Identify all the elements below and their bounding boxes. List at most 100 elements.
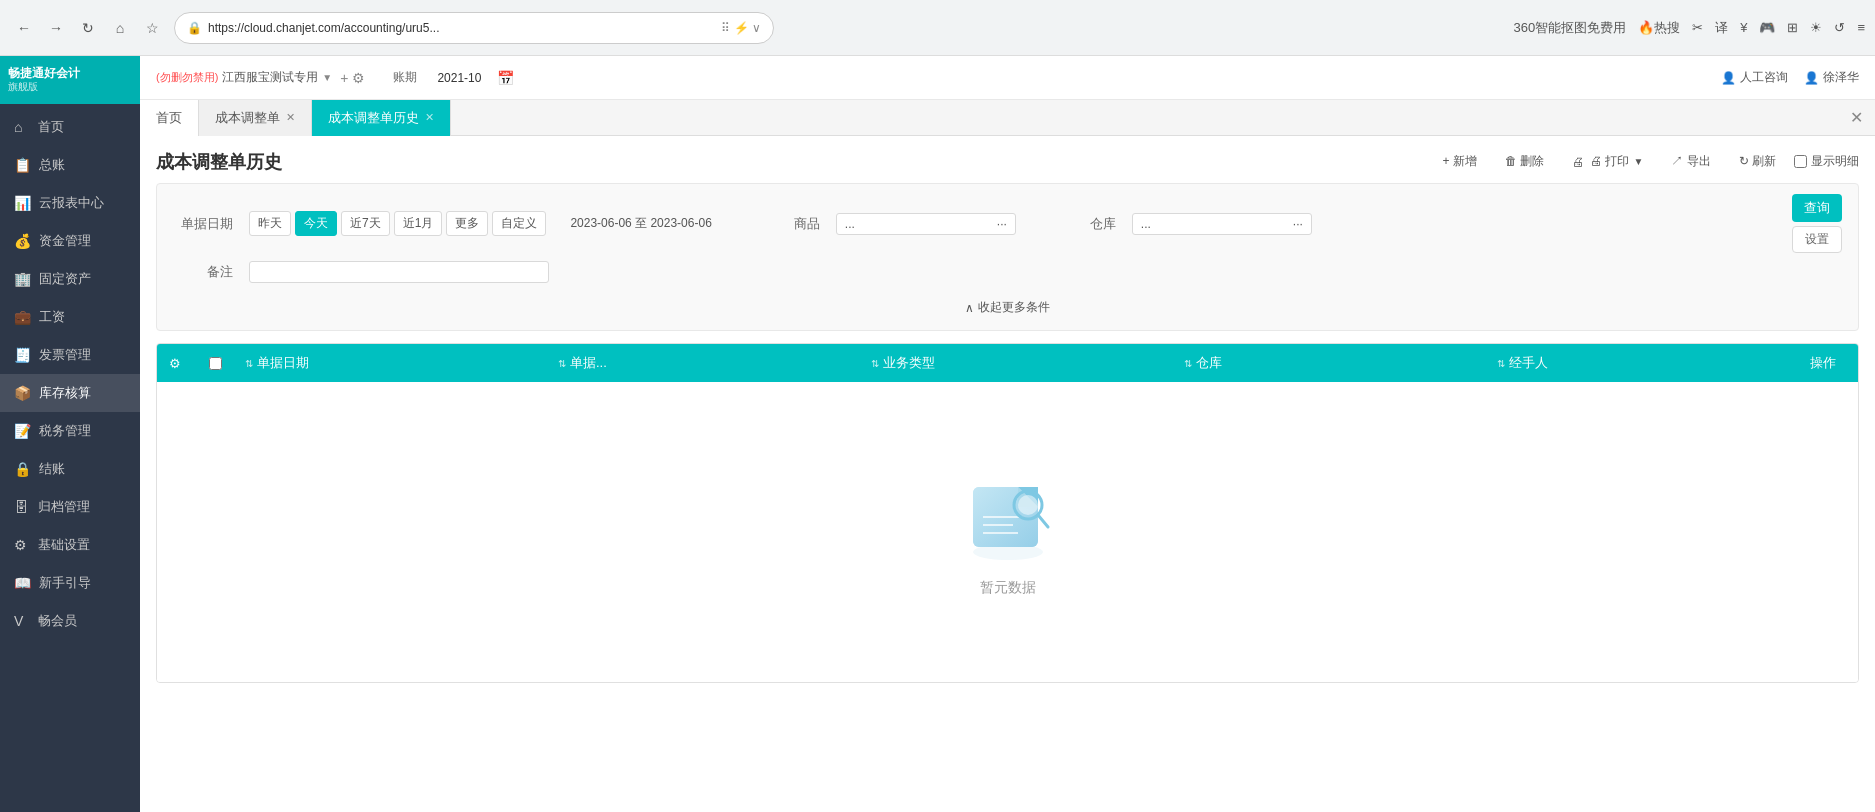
- scissors-tool[interactable]: ✂: [1692, 20, 1703, 35]
- sort-biz-icon: ⇅: [871, 358, 879, 369]
- sidebar-item-assets[interactable]: 🏢 固定资产: [0, 260, 140, 298]
- collapse-area: ∧ 收起更多条件: [173, 291, 1842, 320]
- browser-chrome: ← → ↻ ⌂ ☆ 🔒 https://cloud.chanjet.com/ac…: [0, 0, 1875, 56]
- print-button[interactable]: 🖨 🖨 打印 ▼: [1562, 148, 1653, 175]
- sidebar-label-archive: 归档管理: [38, 498, 90, 516]
- top-bar-right: 👤 人工咨询 👤 徐泽华: [1721, 69, 1859, 86]
- forward-button[interactable]: →: [42, 14, 70, 42]
- warehouse-filter-select[interactable]: ... ···: [1132, 213, 1312, 235]
- page-header: 成本调整单历史 + 新增 🗑 删除 🖨 🖨 打印 ▼ ↗ 导出 ↻ 刷新 显示明…: [140, 136, 1875, 183]
- sidebar-label-salary: 工资: [39, 308, 65, 326]
- logo-sub: 旗舰版: [8, 80, 80, 94]
- th-handler[interactable]: ⇅ 经手人: [1485, 354, 1798, 372]
- translate-tool[interactable]: 译: [1715, 19, 1728, 37]
- window-close-btn[interactable]: ✕: [1838, 108, 1875, 127]
- sidebar-item-tax[interactable]: 📝 税务管理: [0, 412, 140, 450]
- show-columns-checkbox[interactable]: 显示明细: [1794, 153, 1859, 170]
- table-container: ⚙ ⇅ 单据日期 ⇅ 单据... ⇅ 业务类型: [156, 343, 1859, 683]
- th-warehouse[interactable]: ⇅ 仓库: [1172, 354, 1485, 372]
- sidebar-item-member[interactable]: V 畅会员: [0, 602, 140, 640]
- sidebar-item-funds[interactable]: 💰 资金管理: [0, 222, 140, 260]
- sidebar-item-ledger[interactable]: 📋 总账: [0, 146, 140, 184]
- sidebar-item-archive[interactable]: 🗄 归档管理: [0, 488, 140, 526]
- tab-cost-adjust-history[interactable]: 成本调整单历史 ✕: [312, 100, 451, 136]
- collapse-icon: ∧: [965, 301, 974, 315]
- delete-button[interactable]: 🗑 删除: [1495, 148, 1554, 175]
- sidebar-item-closing[interactable]: 🔒 结账: [0, 450, 140, 488]
- settings-button[interactable]: 设置: [1792, 226, 1842, 253]
- th-actions: 操作: [1798, 354, 1858, 372]
- add-company-icon[interactable]: +: [340, 70, 348, 86]
- user-name-text: 徐泽华: [1823, 69, 1859, 86]
- th-settings[interactable]: ⚙: [157, 356, 197, 371]
- tab-cost-adjust-close[interactable]: ✕: [286, 111, 295, 124]
- th-date[interactable]: ⇅ 单据日期: [233, 354, 546, 372]
- sidebar-item-inventory[interactable]: 📦 库存核算: [0, 374, 140, 412]
- print-dropdown-icon: ▼: [1633, 156, 1643, 167]
- sidebar-label-settings: 基础设置: [38, 536, 90, 554]
- sidebar-item-home[interactable]: ⌂ 首页: [0, 108, 140, 146]
- sidebar-label-reports: 云报表中心: [39, 194, 104, 212]
- tab-cost-adjust[interactable]: 成本调整单 ✕: [199, 100, 312, 136]
- select-all-checkbox[interactable]: [209, 357, 222, 370]
- query-settings-group: 查询 设置: [1792, 194, 1842, 253]
- game-tool[interactable]: 🎮: [1759, 20, 1775, 35]
- undo-tool[interactable]: ↺: [1834, 20, 1845, 35]
- show-columns-input[interactable]: [1794, 155, 1807, 168]
- refresh-button[interactable]: ↻: [74, 14, 102, 42]
- address-bar[interactable]: 🔒 https://cloud.chanjet.com/accounting/u…: [174, 12, 774, 44]
- new-button[interactable]: + 新增: [1432, 148, 1486, 175]
- sidebar-item-reports[interactable]: 📊 云报表中心: [0, 184, 140, 222]
- top-bar: (勿删勿禁用) 江西服宝测试专用 ▼ + ⚙ 账期 2021-10 📅 👤 人工…: [140, 56, 1875, 100]
- funds-icon: 💰: [14, 233, 31, 249]
- th-checkbox[interactable]: [197, 357, 233, 370]
- hot-search[interactable]: 🔥热搜: [1638, 19, 1680, 37]
- menu-tool[interactable]: ≡: [1857, 20, 1865, 35]
- tab-cost-adjust-history-close[interactable]: ✕: [425, 111, 434, 124]
- wallet-tool[interactable]: ¥: [1740, 20, 1747, 35]
- company-selector[interactable]: (勿删勿禁用) 江西服宝测试专用 ▼ + ⚙: [156, 69, 365, 86]
- date-more-btn[interactable]: 更多: [446, 211, 488, 236]
- star-button[interactable]: ☆: [138, 14, 166, 42]
- grid-tool[interactable]: ⊞: [1787, 20, 1798, 35]
- search-tool[interactable]: 360智能抠图免费用: [1513, 19, 1626, 37]
- date-custom-btn[interactable]: 自定义: [492, 211, 546, 236]
- sidebar-item-invoice[interactable]: 🧾 发票管理: [0, 336, 140, 374]
- logo-content: 畅捷通好会计 旗舰版: [8, 66, 80, 94]
- user-profile[interactable]: 👤 徐泽华: [1804, 69, 1859, 86]
- back-button[interactable]: ←: [10, 14, 38, 42]
- sidebar-label-assets: 固定资产: [39, 270, 91, 288]
- calendar-icon[interactable]: 📅: [497, 70, 514, 86]
- browser-extensions: ⠿ ⚡ ∨: [721, 21, 761, 35]
- brightness-tool[interactable]: ☀: [1810, 20, 1822, 35]
- reports-icon: 📊: [14, 195, 31, 211]
- sidebar-item-salary[interactable]: 💼 工资: [0, 298, 140, 336]
- date-yesterday-btn[interactable]: 昨天: [249, 211, 291, 236]
- product-filter-label: 商品: [760, 215, 820, 233]
- collapse-button[interactable]: ∧ 收起更多条件: [965, 295, 1050, 320]
- refresh-button[interactable]: ↻ 刷新: [1729, 148, 1786, 175]
- date-1month-btn[interactable]: 近1月: [394, 211, 443, 236]
- product-filter-select[interactable]: ... ···: [836, 213, 1016, 235]
- logo-text: 畅捷通好会计: [8, 66, 80, 80]
- invoice-icon: 🧾: [14, 347, 31, 363]
- product-placeholder: ...: [845, 217, 855, 231]
- settings-gear-icon[interactable]: ⚙: [352, 70, 365, 86]
- date-today-btn[interactable]: 今天: [295, 211, 337, 236]
- query-button[interactable]: 查询: [1792, 194, 1842, 222]
- sidebar-item-guide[interactable]: 📖 新手引导: [0, 564, 140, 602]
- browser-nav-buttons: ← → ↻ ⌂ ☆: [10, 14, 166, 42]
- home-button[interactable]: ⌂: [106, 14, 134, 42]
- export-button[interactable]: ↗ 导出: [1661, 148, 1720, 175]
- sidebar-item-settings[interactable]: ⚙ 基础设置: [0, 526, 140, 564]
- sidebar-logo: 畅捷通好会计 旗舰版: [0, 56, 140, 104]
- th-doc-number[interactable]: ⇅ 单据...: [546, 354, 859, 372]
- show-columns-label: 显示明细: [1811, 153, 1859, 170]
- filter-bar: 单据日期 昨天 今天 近7天 近1月 更多 自定义 2023-06-06 至 2…: [156, 183, 1859, 331]
- remark-filter-input[interactable]: [249, 261, 549, 283]
- th-biz-type[interactable]: ⇅ 业务类型: [859, 354, 1172, 372]
- lock-icon: 🔒: [187, 21, 202, 35]
- tab-home[interactable]: 首页: [140, 100, 199, 136]
- date-7days-btn[interactable]: 近7天: [341, 211, 390, 236]
- user-service-btn[interactable]: 👤 人工咨询: [1721, 69, 1788, 86]
